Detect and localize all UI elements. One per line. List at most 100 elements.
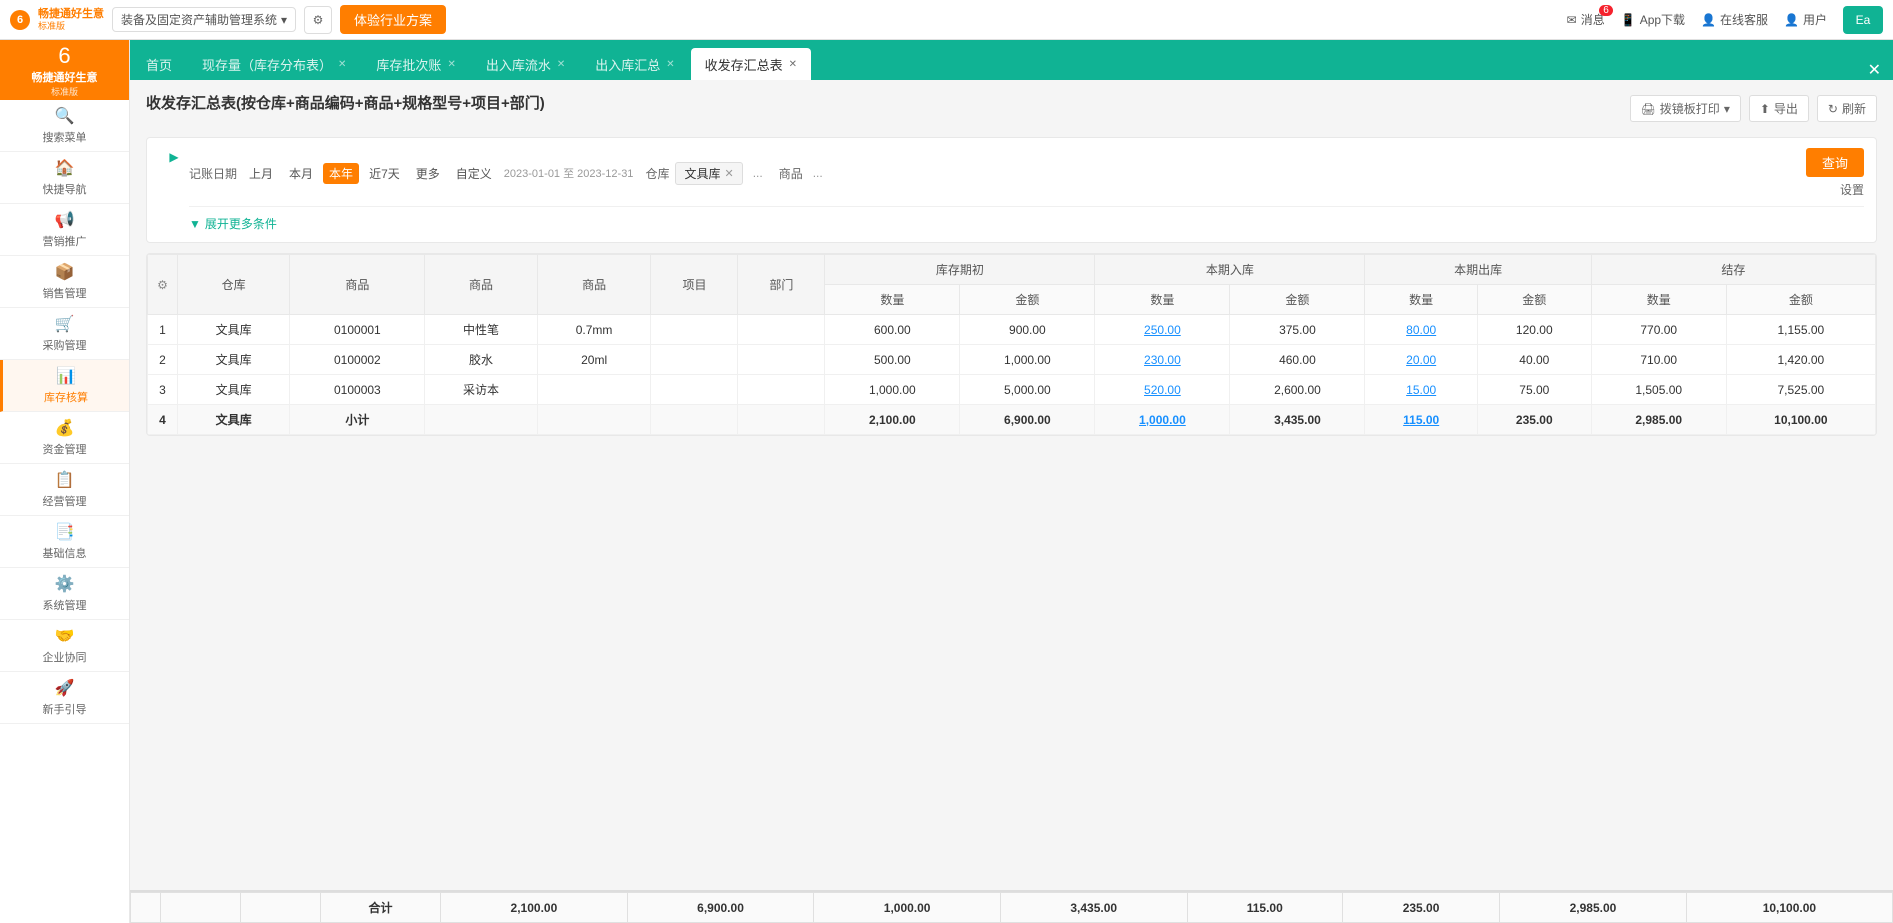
- user-label: 用户: [1803, 11, 1827, 28]
- row2-no: 2: [148, 345, 178, 375]
- top-bar: 6 畅捷通好生意 标准版 装备及固定资产辅助管理系统 ▾ ⚙ 体验行业方案 ✉ …: [0, 0, 1893, 40]
- user-icon: 👤: [1784, 13, 1799, 27]
- search-icon: 🔍: [55, 106, 75, 126]
- expand-btn[interactable]: ▼ 展开更多条件: [189, 206, 1864, 232]
- row3-in-qty-link[interactable]: 520.00: [1144, 383, 1181, 397]
- total-out-amt: 235.00: [1342, 893, 1499, 923]
- tab-home[interactable]: 首页: [132, 48, 186, 80]
- tab-bar-close-icon[interactable]: ✕: [1856, 60, 1893, 80]
- row3-project: [651, 375, 738, 405]
- support-icon: 👤: [1701, 13, 1716, 27]
- sidebar-item-cooperation[interactable]: 🤝 企业协同: [0, 620, 129, 672]
- row1-in-qty-link[interactable]: 250.00: [1144, 323, 1181, 337]
- system-name-label: 装备及固定资产辅助管理系统: [121, 11, 277, 28]
- goods-ellipsis[interactable]: ...: [809, 166, 827, 180]
- row1-no: 1: [148, 315, 178, 345]
- tab-batch[interactable]: 库存批次账 ✕: [362, 48, 469, 80]
- col-out-header: 本期出库: [1365, 255, 1591, 285]
- sidebar-item-purchase[interactable]: 🛒 采购管理: [0, 308, 129, 360]
- tab-close-icon[interactable]: ✕: [338, 59, 346, 70]
- sidebar-item-guide[interactable]: 🚀 新手引导: [0, 672, 129, 724]
- tab-close-icon[interactable]: ✕: [447, 59, 455, 70]
- tab-receivable-summary[interactable]: 收发存汇总表 ✕: [691, 48, 811, 80]
- sidebar-item-search[interactable]: 🔍 搜索菜单: [0, 100, 129, 152]
- export-btn[interactable]: ⬆ 导出: [1749, 95, 1809, 122]
- row3-closing-amt: 7,525.00: [1726, 375, 1875, 405]
- subtotal-no: 4: [148, 405, 178, 435]
- guide-icon: 🚀: [55, 678, 75, 698]
- row2-closing-qty: 710.00: [1591, 345, 1726, 375]
- sidebar-item-marketing[interactable]: 📢 营销推广: [0, 204, 129, 256]
- row1-opening-amt: 900.00: [960, 315, 1095, 345]
- row3-out-qty[interactable]: 15.00: [1365, 375, 1477, 405]
- total-blank-warehouse: [161, 893, 241, 923]
- tab-bar: 首页 现存量（库存分布表） ✕ 库存批次账 ✕ 出入库流水 ✕ 出入库汇总 ✕: [130, 40, 1893, 80]
- row2-opening-qty: 500.00: [825, 345, 960, 375]
- subtotal-out-qty-link[interactable]: 115.00: [1403, 413, 1439, 427]
- row1-out-amt: 120.00: [1477, 315, 1591, 345]
- tab-flow[interactable]: 出入库流水 ✕: [472, 48, 579, 80]
- user-btn[interactable]: 👤 用户: [1784, 11, 1827, 28]
- date-opt-this-year[interactable]: 本年: [323, 163, 359, 184]
- tab-summary[interactable]: 出入库汇总 ✕: [581, 48, 688, 80]
- warehouse-tag-close[interactable]: ✕: [724, 167, 733, 180]
- trial-button[interactable]: 体验行业方案: [340, 5, 446, 34]
- date-opt-this-month[interactable]: 本月: [283, 163, 319, 184]
- tab-active-close-icon[interactable]: ✕: [789, 59, 797, 70]
- subtotal-label: 小计: [290, 405, 425, 435]
- row3-in-qty[interactable]: 520.00: [1095, 375, 1230, 405]
- col-out-qty-header: 数量: [1365, 285, 1477, 315]
- system-selector[interactable]: 装备及固定资产辅助管理系统 ▾: [112, 7, 296, 32]
- message-btn[interactable]: ✉ 消息 6: [1567, 11, 1605, 28]
- col-settings-header: ⚙: [148, 255, 178, 315]
- row1-out-qty[interactable]: 80.00: [1365, 315, 1477, 345]
- app-title-line2: 标准版: [38, 21, 104, 33]
- col-opening-header: 库存期初: [825, 255, 1095, 285]
- ea-button[interactable]: Ea: [1843, 6, 1883, 34]
- row3-out-qty-link[interactable]: 15.00: [1406, 383, 1436, 397]
- settings-icon-btn[interactable]: ⚙: [304, 6, 332, 34]
- subtotal-in-qty[interactable]: 1,000.00: [1095, 405, 1230, 435]
- print-btn[interactable]: 🖨 拨镜板打印 ▾: [1630, 95, 1741, 122]
- online-support-btn[interactable]: 👤 在线客服: [1701, 11, 1768, 28]
- row2-out-qty[interactable]: 20.00: [1365, 345, 1477, 375]
- row2-in-qty-link[interactable]: 230.00: [1144, 353, 1181, 367]
- sidebar-item-inventory[interactable]: 📊 库存核算: [0, 360, 129, 412]
- tab-close-icon[interactable]: ✕: [557, 59, 565, 70]
- date-opt-custom[interactable]: 自定义: [450, 163, 498, 184]
- app-download-btn[interactable]: 📱 App下载: [1621, 11, 1685, 28]
- subtotal-out-qty[interactable]: 115.00: [1365, 405, 1477, 435]
- row2-project: [651, 345, 738, 375]
- row2-out-qty-link[interactable]: 20.00: [1406, 353, 1436, 367]
- refresh-btn[interactable]: ↻ 刷新: [1817, 95, 1877, 122]
- filter-toggle[interactable]: ▶: [159, 148, 189, 164]
- row3-warehouse: 文具库: [178, 375, 290, 405]
- filter-settings-btn[interactable]: 设置: [1840, 181, 1864, 198]
- row3-out-amt: 75.00: [1477, 375, 1591, 405]
- column-settings-icon[interactable]: ⚙: [156, 278, 169, 292]
- table-footer: 合计 2,100.00 6,900.00 1,000.00 3,435.00 1…: [130, 890, 1893, 923]
- tab-inventory-dist[interactable]: 现存量（库存分布表） ✕: [188, 48, 360, 80]
- date-opt-7days[interactable]: 近7天: [363, 163, 406, 184]
- sidebar-title: 畅捷通好生意: [32, 69, 98, 85]
- warehouse-ellipsis[interactable]: ...: [749, 166, 767, 180]
- row2-in-qty[interactable]: 230.00: [1095, 345, 1230, 375]
- query-button[interactable]: 查询: [1806, 148, 1864, 177]
- sidebar-item-system[interactable]: ⚙️ 系统管理: [0, 568, 129, 620]
- message-icon: ✉: [1567, 13, 1577, 27]
- sidebar-item-management[interactable]: 📋 经营管理: [0, 464, 129, 516]
- row1-out-qty-link[interactable]: 80.00: [1406, 323, 1436, 337]
- sidebar-item-basic-info[interactable]: 📑 基础信息: [0, 516, 129, 568]
- warehouse-tag-value: 文具库: [684, 165, 720, 182]
- subtotal-in-qty-link[interactable]: 1,000.00: [1139, 413, 1186, 427]
- sidebar-item-finance[interactable]: 💰 资金管理: [0, 412, 129, 464]
- date-opt-last-month[interactable]: 上月: [243, 163, 279, 184]
- tab-close-icon[interactable]: ✕: [666, 59, 674, 70]
- date-opt-more[interactable]: 更多: [410, 163, 446, 184]
- date-range-display: 2023-01-01 至 2023-12-31: [504, 165, 634, 181]
- purchase-icon: 🛒: [55, 314, 75, 334]
- filter-actions: 查询 设置: [1806, 148, 1864, 198]
- row1-in-qty[interactable]: 250.00: [1095, 315, 1230, 345]
- sidebar-item-sales[interactable]: 📦 销售管理: [0, 256, 129, 308]
- sidebar-item-quicknav[interactable]: 🏠 快捷导航: [0, 152, 129, 204]
